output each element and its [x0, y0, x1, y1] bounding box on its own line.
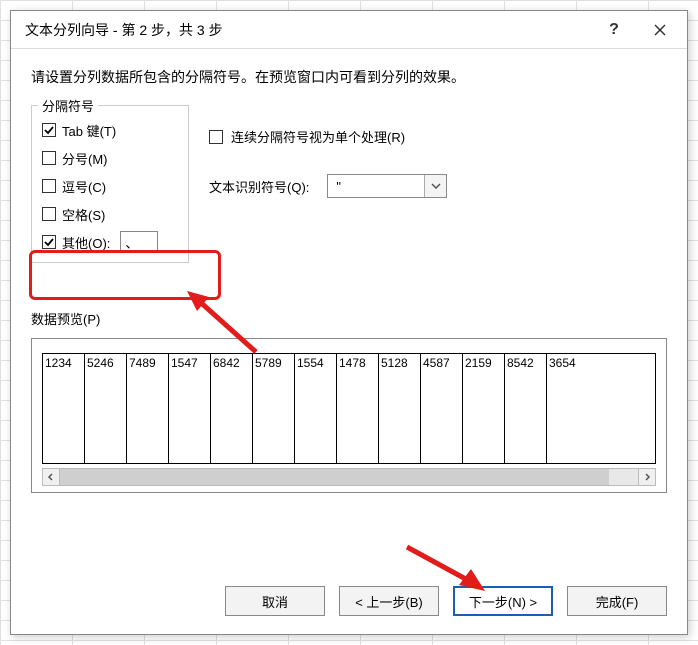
tab-label: Tab 键(T): [62, 121, 116, 140]
chevron-right-icon: [643, 473, 651, 481]
preview-scrollbar[interactable]: [42, 468, 656, 486]
scroll-right-button[interactable]: [638, 468, 656, 486]
dialog-titlebar: 文本分列向导 - 第 2 步，共 3 步 ?: [11, 11, 687, 49]
other-delimiter-input[interactable]: [120, 231, 158, 253]
semicolon-label: 分号(M): [62, 149, 108, 168]
other-checkbox[interactable]: [42, 235, 56, 249]
other-delimiter-row[interactable]: 其他(O):: [42, 228, 178, 256]
preview-column: 5246: [84, 354, 126, 463]
preview-column: 1554: [294, 354, 336, 463]
chevron-left-icon: [47, 473, 55, 481]
preview-column: 4587: [420, 354, 462, 463]
preview-column: 7489: [126, 354, 168, 463]
close-icon: [654, 24, 666, 36]
scroll-track[interactable]: [60, 468, 638, 486]
preview-column: 8542: [504, 354, 546, 463]
space-label: 空格(S): [62, 205, 105, 224]
preview-column: 1547: [168, 354, 210, 463]
preview-box: 1234524674891547684257891554147851284587…: [31, 338, 667, 493]
semicolon-checkbox[interactable]: [42, 151, 56, 165]
comma-checkbox[interactable]: [42, 179, 56, 193]
preview-column: 1234: [42, 354, 84, 463]
preview-column: 3654: [546, 354, 656, 463]
qualifier-dropdown-button[interactable]: [424, 175, 446, 197]
qualifier-value: ": [328, 179, 424, 194]
help-button[interactable]: ?: [591, 14, 637, 46]
tab-delimiter-row[interactable]: Tab 键(T): [42, 116, 178, 144]
scroll-thumb[interactable]: [60, 469, 609, 485]
preview-column: 5789: [252, 354, 294, 463]
finish-button[interactable]: 完成(F): [567, 586, 667, 616]
delimiters-fieldset: 分隔符号 Tab 键(T) 分号(M): [31, 105, 189, 263]
cancel-button[interactable]: 取消: [225, 586, 325, 616]
close-button[interactable]: [637, 14, 683, 46]
checkmark-icon: [44, 237, 54, 247]
space-checkbox[interactable]: [42, 207, 56, 221]
instruction-text: 请设置分列数据所包含的分隔符号。在预览窗口内可看到分列的效果。: [31, 67, 667, 87]
preview-column: 1478: [336, 354, 378, 463]
space-delimiter-row[interactable]: 空格(S): [42, 200, 178, 228]
dialog-buttons: 取消 < 上一步(B) 下一步(N) > 完成(F): [11, 570, 687, 634]
preview-grid: 1234524674891547684257891554147851284587…: [42, 353, 656, 464]
other-label: 其他(O):: [62, 233, 110, 252]
next-button[interactable]: 下一步(N) >: [453, 586, 553, 616]
text-qualifier-select[interactable]: ": [327, 174, 447, 198]
dialog-title: 文本分列向导 - 第 2 步，共 3 步: [25, 20, 591, 40]
preview-label: 数据预览(P): [31, 309, 667, 328]
tab-checkbox[interactable]: [42, 123, 56, 137]
delimiters-legend: 分隔符号: [38, 96, 98, 115]
consecutive-delimiters-row[interactable]: 连续分隔符号视为单个处理(R): [209, 127, 667, 146]
comma-label: 逗号(C): [62, 177, 106, 196]
preview-column: 5128: [378, 354, 420, 463]
preview-column: 6842: [210, 354, 252, 463]
consecutive-label: 连续分隔符号视为单个处理(R): [231, 127, 405, 146]
comma-delimiter-row[interactable]: 逗号(C): [42, 172, 178, 200]
chevron-down-icon: [431, 183, 441, 189]
consecutive-checkbox[interactable]: [209, 130, 223, 144]
preview-column: 2159: [462, 354, 504, 463]
semicolon-delimiter-row[interactable]: 分号(M): [42, 144, 178, 172]
text-to-columns-wizard-dialog: 文本分列向导 - 第 2 步，共 3 步 ? 请设置分列数据所包含的分隔符号。在…: [10, 10, 688, 635]
back-button[interactable]: < 上一步(B): [339, 586, 439, 616]
text-qualifier-label: 文本识别符号(Q):: [209, 177, 309, 196]
checkmark-icon: [44, 125, 54, 135]
scroll-left-button[interactable]: [42, 468, 60, 486]
